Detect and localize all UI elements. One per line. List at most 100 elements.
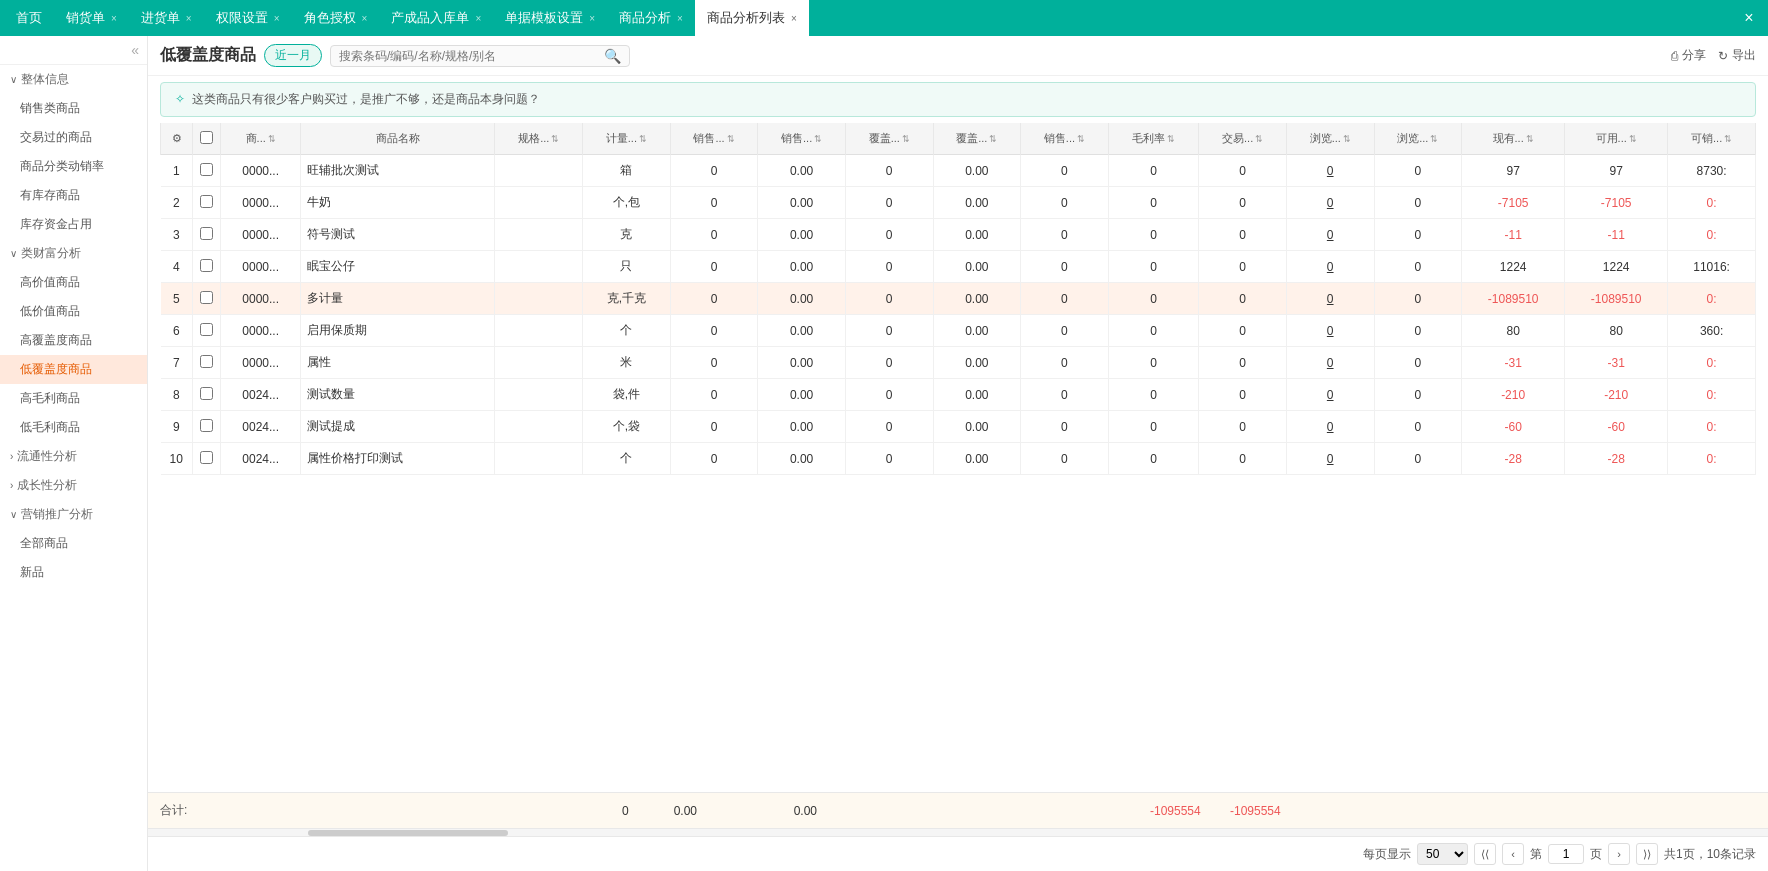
info-banner: ✧ 这类商品只有很少客户购买过，是推广不够，还是商品本身问题？ [160, 82, 1756, 117]
cell-view1[interactable]: 0 [1286, 315, 1374, 347]
next-page-button[interactable]: › [1608, 843, 1630, 865]
horizontal-scrollbar[interactable] [148, 828, 1768, 836]
cell-sales-amt: 0.00 [758, 411, 846, 443]
cell-unit: 米 [583, 347, 671, 379]
sidebar-item-stocked-goods[interactable]: 有库存商品 [0, 181, 147, 210]
search-icon[interactable]: 🔍 [604, 48, 621, 64]
sidebar-section-circulation[interactable]: › 流通性分析 [0, 442, 147, 471]
per-page-select[interactable]: 50 20 100 [1417, 843, 1468, 865]
sidebar-item-all-goods[interactable]: 全部商品 [0, 529, 147, 558]
cell-check[interactable] [193, 187, 221, 219]
sidebar-collapse-btn[interactable]: « [131, 42, 139, 58]
sidebar-item-stock-capital[interactable]: 库存资金占用 [0, 210, 147, 239]
cell-view1[interactable]: 0 [1286, 411, 1374, 443]
th-code: 商...⇅ [221, 123, 301, 155]
sidebar-section-wealth[interactable]: ∨ 类财富分析 [0, 239, 147, 268]
nav-tab-finished-close[interactable]: × [475, 13, 481, 24]
cell-view1[interactable]: 0 [1286, 443, 1374, 475]
row-checkbox[interactable] [200, 163, 213, 176]
row-checkbox[interactable] [200, 355, 213, 368]
share-button[interactable]: ⎙ 分享 [1671, 47, 1706, 64]
cell-check[interactable] [193, 411, 221, 443]
section-arrow-circulation: › [10, 451, 13, 462]
cell-view1[interactable]: 0 [1286, 251, 1374, 283]
first-page-button[interactable]: ⟨⟨ [1474, 843, 1496, 865]
cell-view1[interactable]: 0 [1286, 283, 1374, 315]
cell-view1[interactable]: 0 [1286, 155, 1374, 187]
cell-spec [495, 347, 583, 379]
cell-margin: 0 [1108, 347, 1199, 379]
nav-tab-analysis-list-close[interactable]: × [791, 13, 797, 24]
export-button[interactable]: ↻ 导出 [1718, 47, 1756, 64]
row-checkbox[interactable] [200, 195, 213, 208]
th-check[interactable] [193, 123, 221, 155]
nav-tab-home[interactable]: 首页 [4, 0, 54, 36]
cell-margin: 0 [1108, 443, 1199, 475]
row-checkbox[interactable] [200, 451, 213, 464]
th-view1: 浏览...⇅ [1286, 123, 1374, 155]
nav-tab-purchase[interactable]: 进货单 × [129, 0, 204, 36]
prev-page-button[interactable]: ‹ [1502, 843, 1524, 865]
row-checkbox[interactable] [200, 323, 213, 336]
cell-check[interactable] [193, 219, 221, 251]
nav-tab-purchase-close[interactable]: × [186, 13, 192, 24]
cell-check[interactable] [193, 347, 221, 379]
sidebar-item-sales-goods[interactable]: 销售类商品 [0, 94, 147, 123]
nav-tab-template-close[interactable]: × [589, 13, 595, 24]
cell-view2: 0 [1374, 155, 1462, 187]
row-checkbox[interactable] [200, 259, 213, 272]
cell-view1[interactable]: 0 [1286, 379, 1374, 411]
sidebar-item-high-margin[interactable]: 高毛利商品 [0, 384, 147, 413]
th-gear[interactable]: ⚙ [161, 123, 193, 155]
cell-check[interactable] [193, 315, 221, 347]
cell-sales3: 0 [1021, 315, 1109, 347]
sidebar-item-new-goods[interactable]: 新品 [0, 558, 147, 587]
cell-view1[interactable]: 0 [1286, 187, 1374, 219]
sidebar-item-low-value[interactable]: 低价值商品 [0, 297, 147, 326]
cell-check[interactable] [193, 379, 221, 411]
nav-tab-analysis[interactable]: 商品分析 × [607, 0, 695, 36]
nav-tab-analysis-list[interactable]: 商品分析列表 × [695, 0, 809, 36]
cell-check[interactable] [193, 155, 221, 187]
nav-tab-sales[interactable]: 销货单 × [54, 0, 129, 36]
nav-tab-perms[interactable]: 权限设置 × [204, 0, 292, 36]
cell-check[interactable] [193, 443, 221, 475]
th-sales3: 销售...⇅ [1021, 123, 1109, 155]
cell-view2: 0 [1374, 315, 1462, 347]
cell-cover2: 0.00 [933, 155, 1021, 187]
sidebar-section-overview[interactable]: ∨ 整体信息 [0, 65, 147, 94]
cell-view1[interactable]: 0 [1286, 219, 1374, 251]
cell-check[interactable] [193, 251, 221, 283]
sidebar-item-traded-goods[interactable]: 交易过的商品 [0, 123, 147, 152]
sidebar-item-high-coverage[interactable]: 高覆盖度商品 [0, 326, 147, 355]
sidebar-section-marketing[interactable]: ∨ 营销推广分析 [0, 500, 147, 529]
sidebar-item-category-rate[interactable]: 商品分类动销率 [0, 152, 147, 181]
row-checkbox[interactable] [200, 291, 213, 304]
period-button[interactable]: 近一月 [264, 44, 322, 67]
cell-view1[interactable]: 0 [1286, 347, 1374, 379]
row-checkbox[interactable] [200, 387, 213, 400]
sidebar-item-high-value[interactable]: 高价值商品 [0, 268, 147, 297]
row-checkbox[interactable] [200, 227, 213, 240]
sidebar-item-low-coverage[interactable]: 低覆盖度商品 [0, 355, 147, 384]
nav-tab-analysis-close[interactable]: × [677, 13, 683, 24]
nav-tab-perms-close[interactable]: × [274, 13, 280, 24]
sidebar-item-low-margin[interactable]: 低毛利商品 [0, 413, 147, 442]
nav-tab-finished[interactable]: 产成品入库单 × [379, 0, 493, 36]
page-input[interactable] [1548, 844, 1584, 864]
nav-tab-roles[interactable]: 角色授权 × [292, 0, 380, 36]
gear-icon[interactable]: ⚙ [167, 132, 186, 145]
nav-tab-finished-label: 产成品入库单 [391, 9, 469, 27]
select-all-checkbox[interactable] [200, 131, 213, 144]
row-checkbox[interactable] [200, 419, 213, 432]
nav-tab-roles-close[interactable]: × [362, 13, 368, 24]
sidebar-section-growth[interactable]: › 成长性分析 [0, 471, 147, 500]
cell-trade: 0 [1199, 219, 1287, 251]
search-input[interactable] [339, 49, 604, 63]
nav-tab-sales-close[interactable]: × [111, 13, 117, 24]
cell-sales3: 0 [1021, 347, 1109, 379]
close-all-button[interactable]: × [1734, 0, 1764, 36]
last-page-button[interactable]: ⟩⟩ [1636, 843, 1658, 865]
cell-check[interactable] [193, 283, 221, 315]
nav-tab-template[interactable]: 单据模板设置 × [493, 0, 607, 36]
